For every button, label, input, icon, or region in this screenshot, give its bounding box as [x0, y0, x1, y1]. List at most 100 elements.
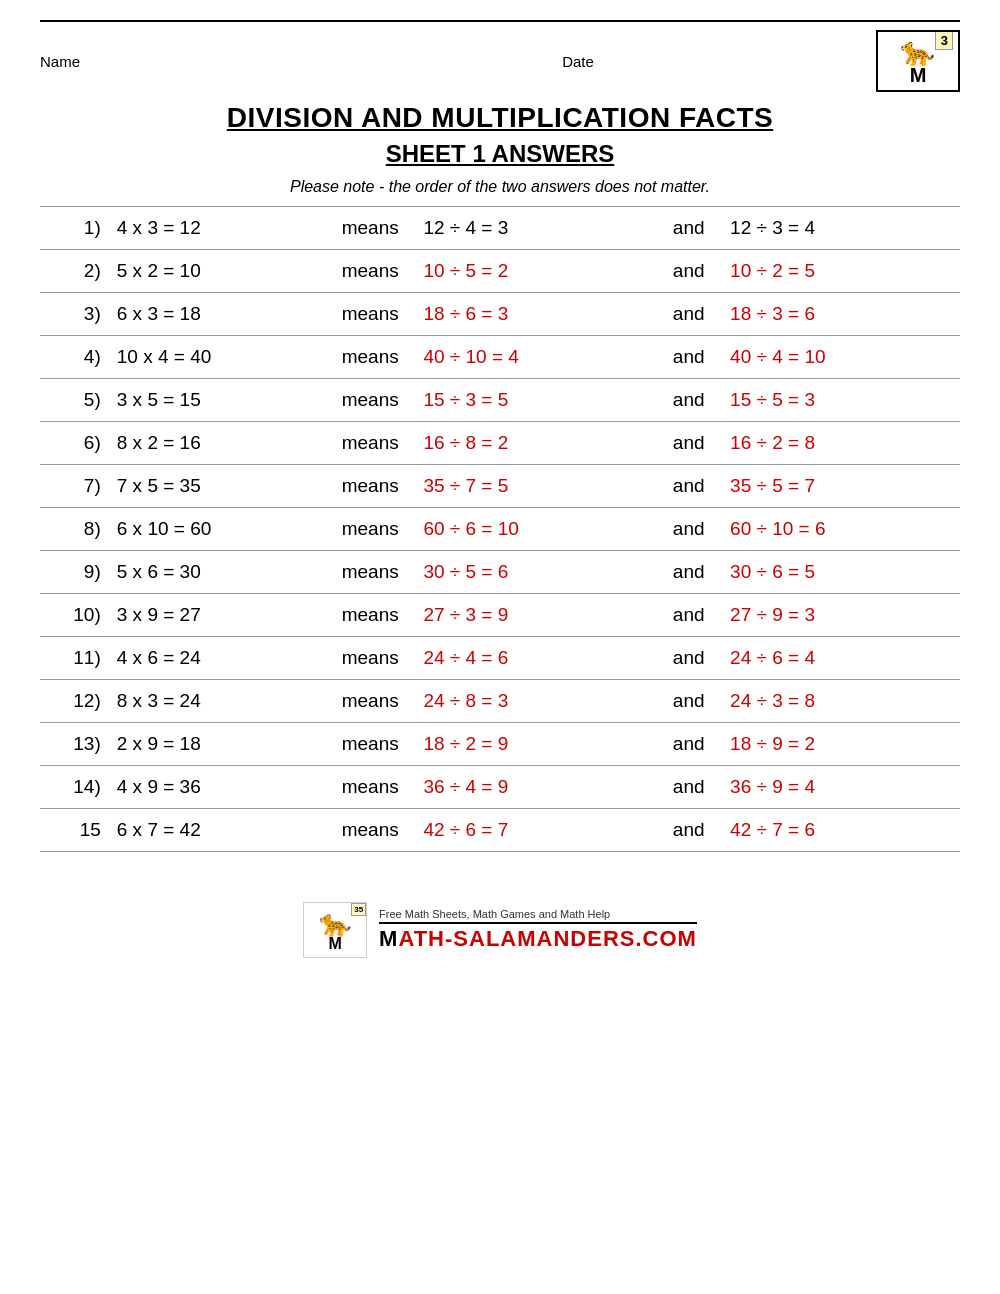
- row-num: 14): [40, 766, 111, 809]
- row-num: 13): [40, 723, 111, 766]
- row-num: 9): [40, 551, 111, 594]
- row-and: and: [653, 207, 724, 250]
- row-means: means: [323, 551, 417, 594]
- row-answer1: 35 ÷ 7 = 5: [417, 465, 653, 508]
- row-answer2: 30 ÷ 6 = 5: [724, 551, 960, 594]
- row-equation: 6 x 3 = 18: [111, 293, 323, 336]
- table-row: 10) 3 x 9 = 27 means 27 ÷ 3 = 9 and 27 ÷…: [40, 594, 960, 637]
- note-text: Please note - the order of the two answe…: [40, 178, 960, 196]
- table-row: 3) 6 x 3 = 18 means 18 ÷ 6 = 3 and 18 ÷ …: [40, 293, 960, 336]
- row-means: means: [323, 336, 417, 379]
- row-num: 7): [40, 465, 111, 508]
- row-num: 5): [40, 379, 111, 422]
- row-answer1: 42 ÷ 6 = 7: [417, 809, 653, 852]
- footer: 🐆 35 M Free Math Sheets, Math Games and …: [40, 902, 960, 958]
- row-answer2: 60 ÷ 10 = 6: [724, 508, 960, 551]
- row-answer1: 24 ÷ 4 = 6: [417, 637, 653, 680]
- row-answer2: 18 ÷ 3 = 6: [724, 293, 960, 336]
- row-num: 6): [40, 422, 111, 465]
- row-answer1: 18 ÷ 2 = 9: [417, 723, 653, 766]
- row-answer1: 30 ÷ 5 = 6: [417, 551, 653, 594]
- row-equation: 4 x 9 = 36: [111, 766, 323, 809]
- row-means: means: [323, 465, 417, 508]
- row-equation: 3 x 5 = 15: [111, 379, 323, 422]
- main-title: DIVISION AND MULTIPLICATION FACTS: [40, 102, 960, 134]
- row-num: 4): [40, 336, 111, 379]
- row-answer2: 16 ÷ 2 = 8: [724, 422, 960, 465]
- table-row: 13) 2 x 9 = 18 means 18 ÷ 2 = 9 and 18 ÷…: [40, 723, 960, 766]
- row-equation: 5 x 6 = 30: [111, 551, 323, 594]
- row-num: 2): [40, 250, 111, 293]
- row-answer1: 15 ÷ 3 = 5: [417, 379, 653, 422]
- row-answer2: 40 ÷ 4 = 10: [724, 336, 960, 379]
- row-equation: 6 x 10 = 60: [111, 508, 323, 551]
- footer-site: MATH-SALAMANDERS.COM: [379, 926, 697, 952]
- table-row: 5) 3 x 5 = 15 means 15 ÷ 3 = 5 and 15 ÷ …: [40, 379, 960, 422]
- row-num: 11): [40, 637, 111, 680]
- row-answer1: 60 ÷ 6 = 10: [417, 508, 653, 551]
- row-num: 15: [40, 809, 111, 852]
- row-equation: 8 x 2 = 16: [111, 422, 323, 465]
- table-row: 2) 5 x 2 = 10 means 10 ÷ 5 = 2 and 10 ÷ …: [40, 250, 960, 293]
- row-and: and: [653, 250, 724, 293]
- row-and: and: [653, 594, 724, 637]
- footer-divider: [379, 922, 697, 924]
- table-row: 1) 4 x 3 = 12 means 12 ÷ 4 = 3 and 12 ÷ …: [40, 207, 960, 250]
- row-answer2: 10 ÷ 2 = 5: [724, 250, 960, 293]
- row-answer1: 12 ÷ 4 = 3: [417, 207, 653, 250]
- row-answer2: 27 ÷ 9 = 3: [724, 594, 960, 637]
- name-label: Name: [40, 53, 80, 70]
- row-and: and: [653, 336, 724, 379]
- row-means: means: [323, 594, 417, 637]
- row-means: means: [323, 809, 417, 852]
- row-answer2: 35 ÷ 5 = 7: [724, 465, 960, 508]
- table-row: 7) 7 x 5 = 35 means 35 ÷ 7 = 5 and 35 ÷ …: [40, 465, 960, 508]
- row-and: and: [653, 551, 724, 594]
- logo-number: 3: [935, 31, 953, 50]
- row-answer2: 15 ÷ 5 = 3: [724, 379, 960, 422]
- row-equation: 3 x 9 = 27: [111, 594, 323, 637]
- row-means: means: [323, 680, 417, 723]
- row-and: and: [653, 766, 724, 809]
- footer-logo-num: 35: [351, 903, 366, 916]
- footer-logo: 🐆 35 M: [303, 902, 367, 958]
- row-answer2: 12 ÷ 3 = 4: [724, 207, 960, 250]
- table-row: 11) 4 x 6 = 24 means 24 ÷ 4 = 6 and 24 ÷…: [40, 637, 960, 680]
- row-and: and: [653, 465, 724, 508]
- table-row: 9) 5 x 6 = 30 means 30 ÷ 5 = 6 and 30 ÷ …: [40, 551, 960, 594]
- row-means: means: [323, 379, 417, 422]
- date-label: Date: [562, 53, 594, 70]
- row-means: means: [323, 250, 417, 293]
- row-and: and: [653, 809, 724, 852]
- row-num: 3): [40, 293, 111, 336]
- footer-text: Free Math Sheets, Math Games and Math He…: [379, 908, 697, 952]
- top-bar: Name Date 🐆 3 M: [40, 20, 960, 92]
- row-num: 12): [40, 680, 111, 723]
- row-equation: 4 x 6 = 24: [111, 637, 323, 680]
- row-means: means: [323, 508, 417, 551]
- row-answer1: 18 ÷ 6 = 3: [417, 293, 653, 336]
- table-row: 14) 4 x 9 = 36 means 36 ÷ 4 = 9 and 36 ÷…: [40, 766, 960, 809]
- row-equation: 2 x 9 = 18: [111, 723, 323, 766]
- row-equation: 5 x 2 = 10: [111, 250, 323, 293]
- row-means: means: [323, 422, 417, 465]
- row-answer2: 42 ÷ 7 = 6: [724, 809, 960, 852]
- row-and: and: [653, 422, 724, 465]
- table-row: 15 6 x 7 = 42 means 42 ÷ 6 = 7 and 42 ÷ …: [40, 809, 960, 852]
- sub-title: SHEET 1 ANSWERS: [40, 140, 960, 168]
- row-answer1: 10 ÷ 5 = 2: [417, 250, 653, 293]
- row-equation: 6 x 7 = 42: [111, 809, 323, 852]
- row-answer1: 27 ÷ 3 = 9: [417, 594, 653, 637]
- table-row: 6) 8 x 2 = 16 means 16 ÷ 8 = 2 and 16 ÷ …: [40, 422, 960, 465]
- row-answer1: 24 ÷ 8 = 3: [417, 680, 653, 723]
- row-answer1: 16 ÷ 8 = 2: [417, 422, 653, 465]
- row-means: means: [323, 766, 417, 809]
- answers-table: 1) 4 x 3 = 12 means 12 ÷ 4 = 3 and 12 ÷ …: [40, 206, 960, 852]
- row-answer1: 36 ÷ 4 = 9: [417, 766, 653, 809]
- row-answer2: 18 ÷ 9 = 2: [724, 723, 960, 766]
- header-section: DIVISION AND MULTIPLICATION FACTS SHEET …: [40, 102, 960, 196]
- row-num: 1): [40, 207, 111, 250]
- logo-m: M: [910, 64, 927, 87]
- row-equation: 8 x 3 = 24: [111, 680, 323, 723]
- row-num: 8): [40, 508, 111, 551]
